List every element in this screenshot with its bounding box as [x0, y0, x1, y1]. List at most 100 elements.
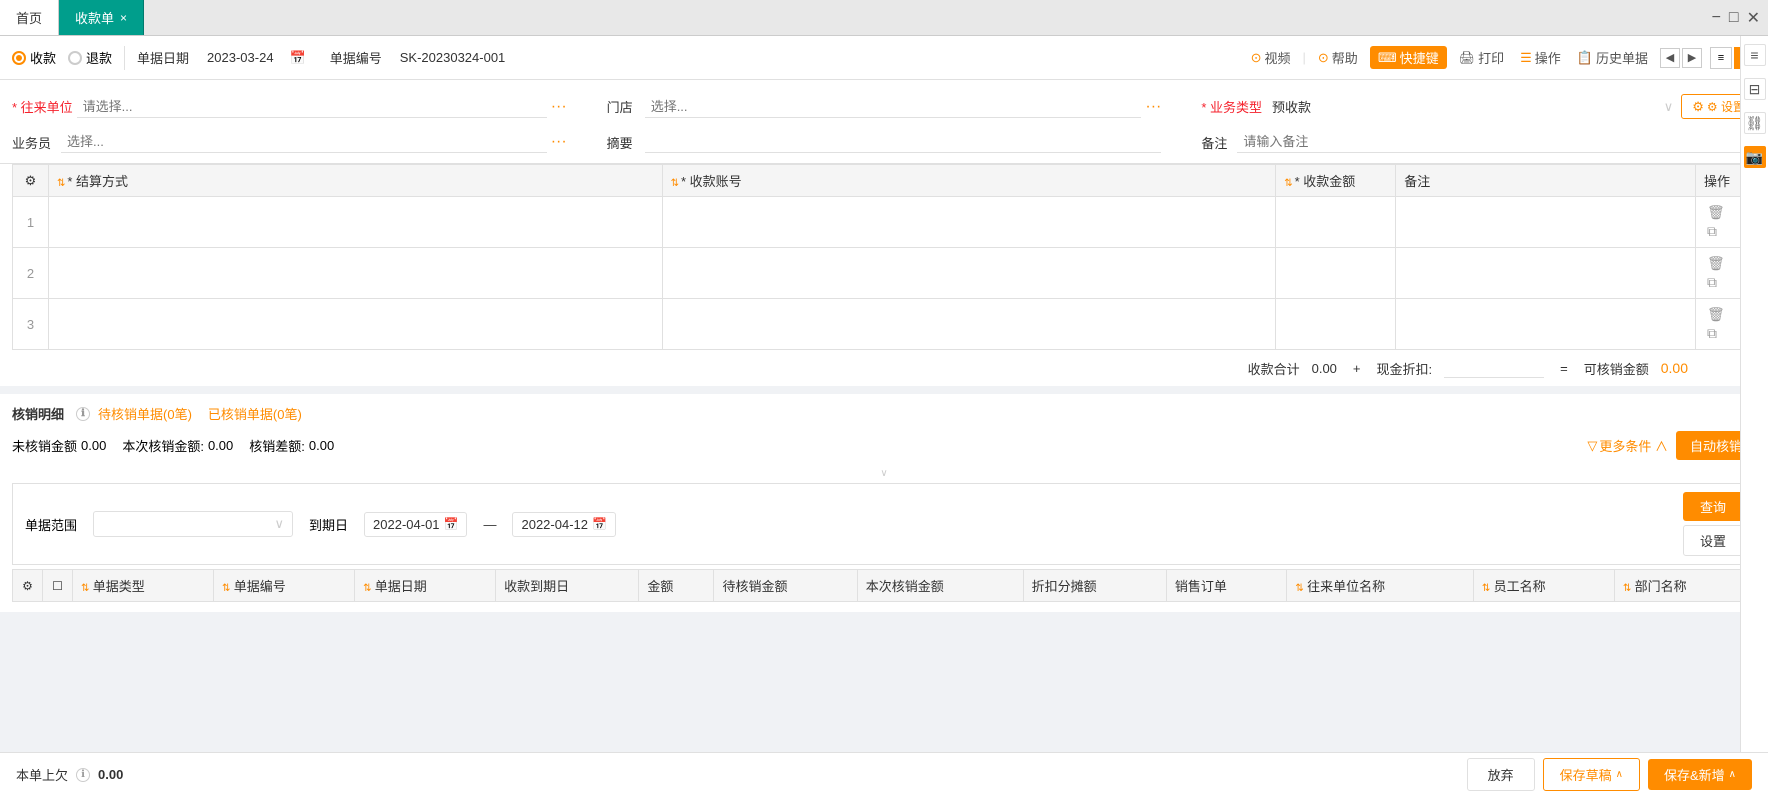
bth-checkbox[interactable]: ☐ — [43, 570, 73, 602]
help-btn[interactable]: ⊙ 帮助 — [1314, 46, 1362, 69]
sidebar-icon-clipboard[interactable]: ⊟ — [1744, 78, 1766, 100]
filter-settings-btn[interactable]: 设置 — [1683, 525, 1743, 556]
row1-copy-btn[interactable]: ⧉ — [1704, 222, 1720, 241]
bth-type: ⇅ 单据类型 — [73, 570, 214, 602]
row3-note[interactable] — [1396, 299, 1696, 350]
print-label: 打印 — [1478, 48, 1504, 67]
verif-info-icon[interactable]: ℹ — [76, 407, 90, 421]
bth-due-date: 收款到期日 — [496, 570, 639, 602]
plus-sign: + — [1353, 361, 1361, 376]
row2-amount[interactable] — [1276, 248, 1396, 299]
counterpart-input[interactable] — [77, 96, 547, 118]
shortcut-btn[interactable]: ⌨ 快捷键 — [1370, 46, 1447, 69]
expand-arrow[interactable]: ∨ — [12, 468, 1756, 479]
row1-amount[interactable] — [1276, 197, 1396, 248]
date-value: 2023-03-24 — [207, 50, 274, 65]
print-icon: 🖨 — [1459, 50, 1476, 66]
bottom-table-container: ⚙ ☐ ⇅ 单据类型 ⇅ 单据编号 ⇅ 单据日期 收款到期日 金额 待核销金额 … — [12, 569, 1756, 602]
shortcut-label: 快捷键 — [1400, 48, 1439, 67]
verified-tab[interactable]: 已核销单据(0笔) — [208, 404, 302, 423]
row1-account[interactable] — [662, 197, 1276, 248]
calendar-icon[interactable]: 📅 — [290, 50, 306, 66]
help-icon: ⊙ — [1318, 50, 1329, 66]
date-from-input[interactable]: 2022-04-01 📅 — [364, 512, 467, 537]
row1-note[interactable] — [1396, 197, 1696, 248]
layout-list-btn[interactable]: ≡ — [1710, 47, 1732, 69]
save-draft-btn[interactable]: 保存草稿 ∧ — [1543, 758, 1640, 791]
row2-settlement[interactable] — [49, 248, 663, 299]
row3-settlement[interactable] — [49, 299, 663, 350]
bth-pending: 待核销金额 — [714, 570, 857, 602]
current-label: 本次核销金额: — [122, 436, 204, 455]
tab-close-icon[interactable]: × — [120, 11, 127, 25]
tab-home[interactable]: 首页 — [0, 0, 59, 35]
operation-label: 操作 — [1535, 48, 1561, 67]
next-arrow[interactable]: ▶ — [1682, 48, 1702, 68]
business-type-field: * 业务类型 预收款 ∨ ⚙ ⚙ 设置 — [1201, 94, 1756, 119]
store-field: 门店 ··· — [607, 96, 1162, 118]
sidebar-icon-link[interactable]: ⛓ — [1744, 112, 1766, 134]
row2-note[interactable] — [1396, 248, 1696, 299]
radio-refund-label: 退款 — [86, 48, 112, 67]
right-sidebar: ≡ ⊟ ⛓ 📷 — [1740, 36, 1768, 752]
table-row: 1 🗑 ⧉ — [13, 197, 1756, 248]
bth-counterpart: ⇅ 往来单位名称 — [1287, 570, 1473, 602]
bth-current: 本次核销金额 — [857, 570, 1023, 602]
more-conditions-btn[interactable]: ▽ 更多条件 ∧ — [1587, 436, 1668, 455]
row1-delete-btn[interactable]: 🗑 — [1704, 203, 1728, 222]
store-input[interactable] — [645, 96, 1142, 118]
business-type-arrow[interactable]: ∨ — [1664, 99, 1674, 115]
store-more-btn[interactable]: ··· — [1145, 98, 1161, 116]
bth-settings[interactable]: ⚙ — [13, 570, 43, 602]
footer-right: 放弃 保存草稿 ∧ 保存&新增 ∧ — [1467, 758, 1752, 791]
summary-input[interactable] — [645, 131, 1162, 153]
th-settings[interactable]: ⚙ — [13, 165, 49, 197]
staff-input[interactable] — [61, 131, 547, 153]
available-value: 0.00 — [1661, 360, 1688, 376]
collection-table: ⚙ ⇅* 结算方式 ⇅* 收款账号 ⇅* 收款金额 备注 操作 1 🗑 ⧉ — [12, 164, 1756, 350]
tab-active[interactable]: 收款单 × — [59, 0, 144, 35]
row3-delete-btn[interactable]: 🗑 — [1704, 305, 1728, 324]
sidebar-icon-table[interactable]: ≡ — [1744, 44, 1766, 66]
row2-account[interactable] — [662, 248, 1276, 299]
row3-account[interactable] — [662, 299, 1276, 350]
sidebar-icon-camera[interactable]: 📷 — [1744, 146, 1766, 168]
row3-amount[interactable] — [1276, 299, 1396, 350]
available-label: 可核销金额 — [1584, 359, 1649, 378]
note-input[interactable] — [1237, 131, 1756, 153]
row3-copy-btn[interactable]: ⧉ — [1704, 324, 1720, 343]
minimize-icon[interactable]: − — [1712, 9, 1721, 27]
date-to-input[interactable]: 2022-04-12 📅 — [512, 512, 615, 537]
save-new-btn[interactable]: 保存&新增 ∧ — [1648, 759, 1752, 790]
prev-arrow[interactable]: ◀ — [1660, 48, 1680, 68]
abandon-btn[interactable]: 放弃 — [1467, 758, 1535, 791]
video-btn[interactable]: ⊙ 视频 — [1247, 46, 1295, 69]
staff-field: 业务员 ··· — [12, 131, 567, 153]
unchecked-label: 未核销金额 — [12, 436, 77, 455]
history-label: 历史单据 — [1596, 48, 1648, 67]
operation-btn[interactable]: ☰ 操作 — [1516, 46, 1565, 69]
row1-settlement[interactable] — [49, 197, 663, 248]
staff-more-btn[interactable]: ··· — [551, 133, 567, 151]
discount-input[interactable] — [1444, 358, 1544, 378]
table-row: 2 🗑 ⧉ — [13, 248, 1756, 299]
counterpart-field: * 往来单位 ··· — [12, 96, 567, 118]
pending-tab[interactable]: 待核销单据(0笔) — [98, 404, 192, 423]
radio-collection[interactable]: 收款 — [12, 48, 56, 67]
range-select[interactable]: ∨ — [93, 511, 293, 537]
row2-copy-btn[interactable]: ⧉ — [1704, 273, 1720, 292]
print-btn[interactable]: 🖨 打印 — [1455, 46, 1509, 69]
footer-info-icon[interactable]: ℹ — [76, 768, 90, 782]
tab-home-label: 首页 — [16, 8, 42, 27]
counterpart-more-btn[interactable]: ··· — [551, 98, 567, 116]
verification-section: 核销明细 ℹ 待核销单据(0笔) 已核销单据(0笔) 未核销金额 0.00 本次… — [0, 394, 1768, 612]
footer: 本单上欠 ℹ 0.00 放弃 保存草稿 ∧ 保存&新增 ∧ — [0, 752, 1768, 796]
form-row-1: * 往来单位 ··· 门店 ··· * 业务类型 预收款 ∨ ⚙ ⚙ 设置 — [12, 88, 1756, 125]
query-btn[interactable]: 查询 — [1683, 492, 1743, 521]
history-btn[interactable]: 📋 历史单据 — [1573, 46, 1652, 69]
footer-info: 本单上欠 ℹ 0.00 — [16, 765, 123, 784]
restore-icon[interactable]: □ — [1729, 9, 1739, 27]
radio-refund[interactable]: 退款 — [68, 48, 112, 67]
close-icon[interactable]: ✕ — [1747, 8, 1760, 28]
row2-delete-btn[interactable]: 🗑 — [1704, 254, 1728, 273]
